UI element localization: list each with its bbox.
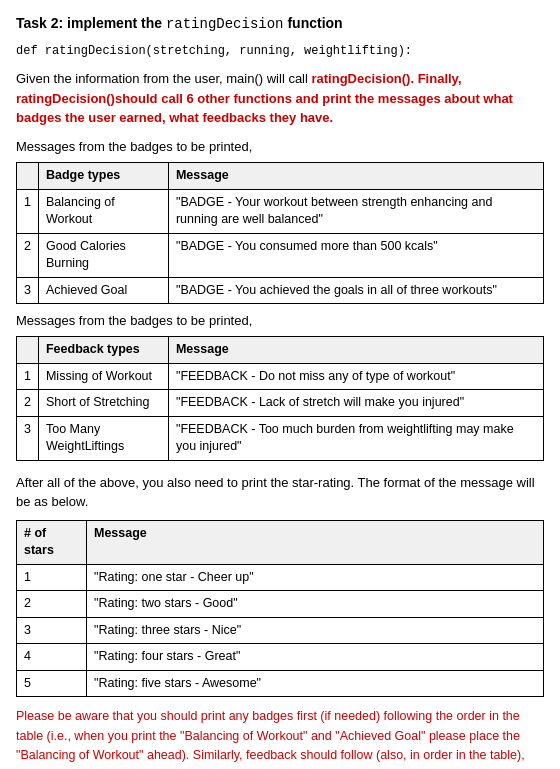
table-row: 2 Short of Stretching "FEEDBACK - Lack o…	[17, 390, 544, 417]
star-num: 1	[17, 564, 87, 591]
title-func: ratingDecision	[166, 16, 284, 32]
badge-col-num	[17, 163, 39, 190]
badge-table: Badge types Message 1 Balancing of Worko…	[16, 162, 544, 304]
badge-col-type: Badge types	[38, 163, 168, 190]
table-row: 3 Too Many WeightLiftings "FEEDBACK - To…	[17, 416, 544, 460]
task-title: Task 2: implement the ratingDecision fun…	[16, 14, 544, 35]
badges-label: Messages from the badges to be printed,	[16, 138, 544, 156]
feedback-table: Feedback types Message 1 Missing of Work…	[16, 336, 544, 461]
star-col-message: Message	[87, 520, 544, 564]
desc-plain: Given the information from the user, mai…	[16, 71, 312, 86]
badge-message: "BADGE - Your workout between strength e…	[168, 189, 543, 233]
feedback-col-num	[17, 337, 39, 364]
description: Given the information from the user, mai…	[16, 69, 544, 128]
table-row: 5 "Rating: five stars - Awesome"	[17, 670, 544, 697]
table-row: 4 "Rating: four stars - Great"	[17, 644, 544, 671]
table-row: 3 Achieved Goal "BADGE - You achieved th…	[17, 277, 544, 304]
star-message: "Rating: one star - Cheer up"	[87, 564, 544, 591]
star-num: 3	[17, 617, 87, 644]
row-num: 1	[17, 189, 39, 233]
feedback-message: "FEEDBACK - Lack of stretch will make yo…	[168, 390, 543, 417]
bottom-note: Please be aware that you should print an…	[16, 707, 544, 769]
table-row: 2 "Rating: two stars - Good"	[17, 591, 544, 618]
feedback-type: Too Many WeightLiftings	[38, 416, 168, 460]
after-text: After all of the above, you also need to…	[16, 473, 544, 512]
table-row: 2 Good Calories Burning "BADGE - You con…	[17, 233, 544, 277]
badge-type: Good Calories Burning	[38, 233, 168, 277]
feedback-message: "FEEDBACK - Do not miss any of type of w…	[168, 363, 543, 390]
row-num: 3	[17, 277, 39, 304]
star-message: "Rating: four stars - Great"	[87, 644, 544, 671]
title-prefix: Task 2: implement the	[16, 15, 166, 31]
feedback-message: "FEEDBACK - Too much burden from weightl…	[168, 416, 543, 460]
row-num: 1	[17, 363, 39, 390]
table-row: 1 Missing of Workout "FEEDBACK - Do not …	[17, 363, 544, 390]
star-num: 2	[17, 591, 87, 618]
code-sig-text: def ratingDecision(stretching, running, …	[16, 44, 412, 58]
star-message: "Rating: three stars - Nice"	[87, 617, 544, 644]
table-row: 1 "Rating: one star - Cheer up"	[17, 564, 544, 591]
badge-message: "BADGE - You consumed more than 500 kcal…	[168, 233, 543, 277]
feedback-type: Short of Stretching	[38, 390, 168, 417]
star-num: 5	[17, 670, 87, 697]
badge-type: Balancing of Workout	[38, 189, 168, 233]
feedback-col-type: Feedback types	[38, 337, 168, 364]
row-num: 3	[17, 416, 39, 460]
badge-message: "BADGE - You achieved the goals in all o…	[168, 277, 543, 304]
feedback-label: Messages from the badges to be printed,	[16, 312, 544, 330]
code-signature: def ratingDecision(stretching, running, …	[16, 43, 544, 60]
row-num: 2	[17, 390, 39, 417]
star-message: "Rating: five stars - Awesome"	[87, 670, 544, 697]
table-row: 3 "Rating: three stars - Nice"	[17, 617, 544, 644]
table-row: 1 Balancing of Workout "BADGE - Your wor…	[17, 189, 544, 233]
feedback-type: Missing of Workout	[38, 363, 168, 390]
star-num: 4	[17, 644, 87, 671]
badge-col-message: Message	[168, 163, 543, 190]
row-num: 2	[17, 233, 39, 277]
star-message: "Rating: two stars - Good"	[87, 591, 544, 618]
star-col-num: # of stars	[17, 520, 87, 564]
badge-type: Achieved Goal	[38, 277, 168, 304]
title-suffix: function	[284, 15, 343, 31]
feedback-col-message: Message	[168, 337, 543, 364]
star-table: # of stars Message 1 "Rating: one star -…	[16, 520, 544, 698]
